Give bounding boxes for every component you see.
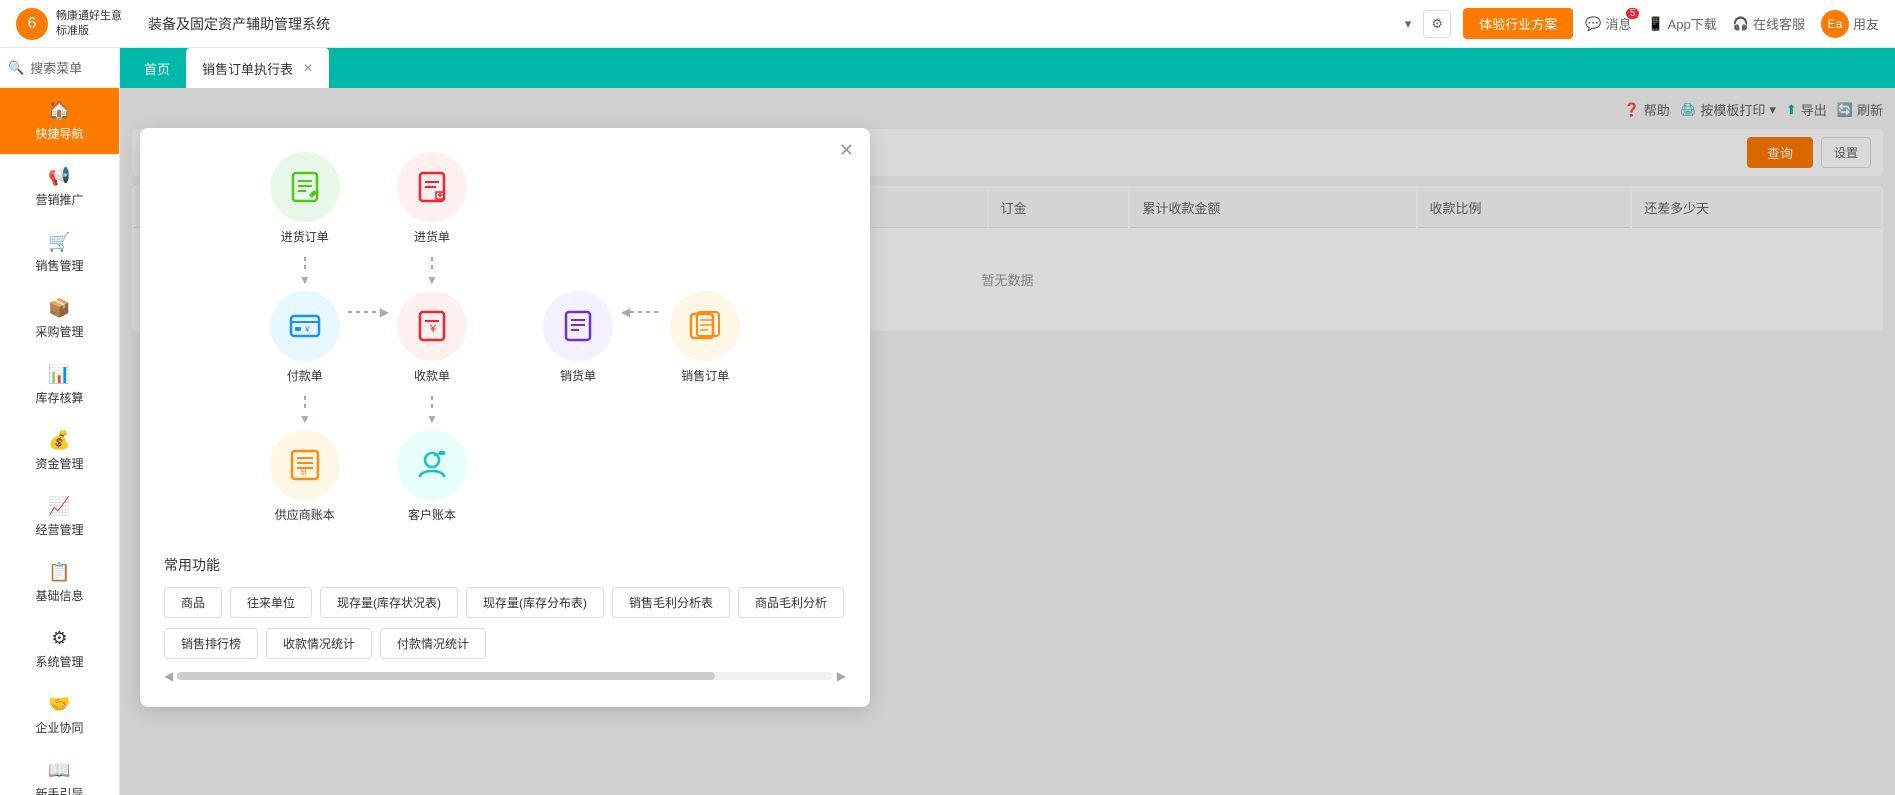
flow-node-purchase-order[interactable]: 进货订单 xyxy=(270,152,340,245)
operations-icon: 📈 xyxy=(48,496,70,517)
func-btn-stock-status[interactable]: 现存量(库存状况表) xyxy=(320,587,458,618)
receipt-circle: ¥ xyxy=(397,291,467,361)
func-btn-partner[interactable]: 往来单位 xyxy=(230,587,312,618)
logo-area: 6 畅康通好生意 标准版 xyxy=(16,8,136,40)
avatar-char: Ea xyxy=(1828,17,1843,31)
flow-label-supplier-account: 供应商账本 xyxy=(275,506,335,523)
sales-order-circle xyxy=(670,291,740,361)
settings-button[interactable]: ⚙ xyxy=(1423,10,1451,38)
sidebar-item-enterprise[interactable]: 🤝 企业协同 xyxy=(0,682,119,748)
flow-node-supplier-account[interactable]: 册 供应商账本 xyxy=(270,430,340,523)
flow-node-sales-order[interactable]: 销售订单 xyxy=(670,291,740,384)
flow-label-purchase-order: 进货订单 xyxy=(281,228,329,245)
base-info-icon: 📋 xyxy=(48,562,70,583)
app-download-button[interactable]: 📱 App下载 xyxy=(1647,14,1716,33)
flow-label-sales-bill: 销货单 xyxy=(560,367,596,384)
logo-text: 畅康通好生意 标准版 xyxy=(56,9,122,38)
inventory-icon: 📊 xyxy=(48,364,70,385)
func-btn-goods[interactable]: 商品 xyxy=(164,587,222,618)
message-icon: 💬 xyxy=(1585,16,1601,32)
flow-node-customer-account[interactable]: 客户账本 xyxy=(397,430,467,523)
search-icon: 🔍 xyxy=(8,60,24,76)
flow-label-customer-account: 客户账本 xyxy=(408,506,456,523)
enterprise-icon: 🤝 xyxy=(48,694,70,715)
common-functions-title: 常用功能 xyxy=(164,555,846,575)
sidebar-item-operations[interactable]: 📈 经营管理 xyxy=(0,484,119,550)
common-functions-grid: 商品 往来单位 现存量(库存状况表) 现存量(库存分布表) 销售毛利分析表 商品… xyxy=(164,587,846,618)
flow-label-sales-order: 销售订单 xyxy=(681,367,729,384)
sidebar-item-finance[interactable]: 💰 资金管理 xyxy=(0,418,119,484)
newbie-icon: 📖 xyxy=(48,760,70,781)
sidebar-item-sales[interactable]: 🛒 销售管理 xyxy=(0,220,119,286)
tab-sales-order[interactable]: 销售订单执行表 ✕ xyxy=(186,48,329,88)
svg-text:¥: ¥ xyxy=(429,323,437,335)
func-btn-sales-rank[interactable]: 销售排行榜 xyxy=(164,628,258,659)
sidebar-item-purchase[interactable]: 📦 采购管理 xyxy=(0,286,119,352)
flow-label-payment: 付款单 xyxy=(287,367,323,384)
home-icon: 🏠 xyxy=(48,100,70,121)
scroll-left-icon[interactable]: ◀ xyxy=(164,669,173,683)
try-plan-button[interactable]: 体验行业方案 xyxy=(1463,8,1573,39)
message-badge: 5 xyxy=(1626,8,1640,19)
svg-text:¥: ¥ xyxy=(304,325,310,334)
flow-label-receipt: 收款单 xyxy=(414,367,450,384)
func-btn-stock-dist[interactable]: 现存量(库存分布表) xyxy=(466,587,604,618)
purchase-bill-circle xyxy=(397,152,467,222)
supplier-circle: 册 xyxy=(270,430,340,500)
modal-box: ✕ 进货订单 xyxy=(140,128,870,707)
marketing-icon: 📢 xyxy=(48,166,70,187)
sidebar-item-newbie[interactable]: 📖 新手引导 xyxy=(0,748,119,795)
sales-bill-circle xyxy=(543,291,613,361)
sidebar-item-quick-nav[interactable]: 🏠 快捷导航 xyxy=(0,88,119,154)
sidebar-item-system[interactable]: ⚙ 系统管理 xyxy=(0,616,119,682)
sidebar-item-inventory[interactable]: 📊 库存核算 xyxy=(0,352,119,418)
flow-node-receipt[interactable]: ¥ 收款单 xyxy=(397,291,467,384)
sales-icon: 🛒 xyxy=(48,232,70,253)
finance-icon: 💰 xyxy=(48,430,70,451)
flow-label-purchase-bill: 进货单 xyxy=(414,228,450,245)
func-btn-payment-stats[interactable]: 付款情况统计 xyxy=(380,628,486,659)
scroll-right-icon[interactable]: ▶ xyxy=(837,669,846,683)
online-service-button[interactable]: 🎧 在线客服 xyxy=(1733,14,1805,33)
tab-close-icon[interactable]: ✕ xyxy=(303,61,313,75)
flow-node-payment[interactable]: ¥ 付款单 xyxy=(270,291,340,384)
svg-text:册: 册 xyxy=(300,468,307,476)
func-btn-sales-profit[interactable]: 销售毛利分析表 xyxy=(612,587,730,618)
system-title: 装备及固定资产辅助管理系统 xyxy=(148,14,1393,34)
tab-bar: 首页 销售订单执行表 ✕ xyxy=(120,48,1895,88)
sidebar: 🔍 搜索菜单 🏠 快捷导航 📢 营销推广 🛒 销售管理 📦 采购管理 📊 xyxy=(0,48,120,795)
message-button[interactable]: 💬 消息 5 xyxy=(1585,14,1631,33)
common-functions-grid-2: 销售排行榜 收款情况统计 付款情况统计 xyxy=(164,628,846,659)
page-content: ❓ 帮助 🖨 按模板打印 ▾ ⬆ 导出 🔄 刷新 xyxy=(120,88,1895,795)
payment-circle: ¥ xyxy=(270,291,340,361)
flow-node-sales-bill[interactable]: 销货单 xyxy=(543,291,613,384)
avatar: Ea xyxy=(1821,10,1849,38)
customer-circle xyxy=(397,430,467,500)
system-icon: ⚙ xyxy=(51,628,67,649)
gear-icon: ⚙ xyxy=(1431,16,1443,32)
modal-close-button[interactable]: ✕ xyxy=(839,140,854,161)
sidebar-item-marketing[interactable]: 📢 营销推广 xyxy=(0,154,119,220)
tab-home[interactable]: 首页 xyxy=(128,48,186,88)
purchase-icon: 📦 xyxy=(48,298,70,319)
logo-icon: 6 xyxy=(16,8,48,40)
download-icon: 📱 xyxy=(1647,16,1663,32)
service-icon: 🎧 xyxy=(1733,16,1749,32)
content-area: 首页 销售订单执行表 ✕ ❓ 帮助 🖨 按模板打印 xyxy=(120,48,1895,795)
func-btn-goods-profit[interactable]: 商品毛利分析 xyxy=(738,587,844,618)
search-menu-button[interactable]: 🔍 搜索菜单 xyxy=(0,48,119,88)
flow-node-purchase-bill[interactable]: 进货单 xyxy=(397,152,467,245)
dropdown-arrow-icon[interactable]: ▾ xyxy=(1405,16,1412,32)
modal-overlay: ✕ 进货订单 xyxy=(120,88,1895,795)
sidebar-item-base-info[interactable]: 📋 基础信息 xyxy=(0,550,119,616)
func-btn-receipt-stats[interactable]: 收款情况统计 xyxy=(266,628,372,659)
purchase-order-circle xyxy=(270,152,340,222)
user-menu-button[interactable]: Ea 用友 xyxy=(1821,10,1879,38)
header-right-area: 💬 消息 5 📱 App下载 🎧 在线客服 Ea 用友 xyxy=(1585,10,1879,38)
